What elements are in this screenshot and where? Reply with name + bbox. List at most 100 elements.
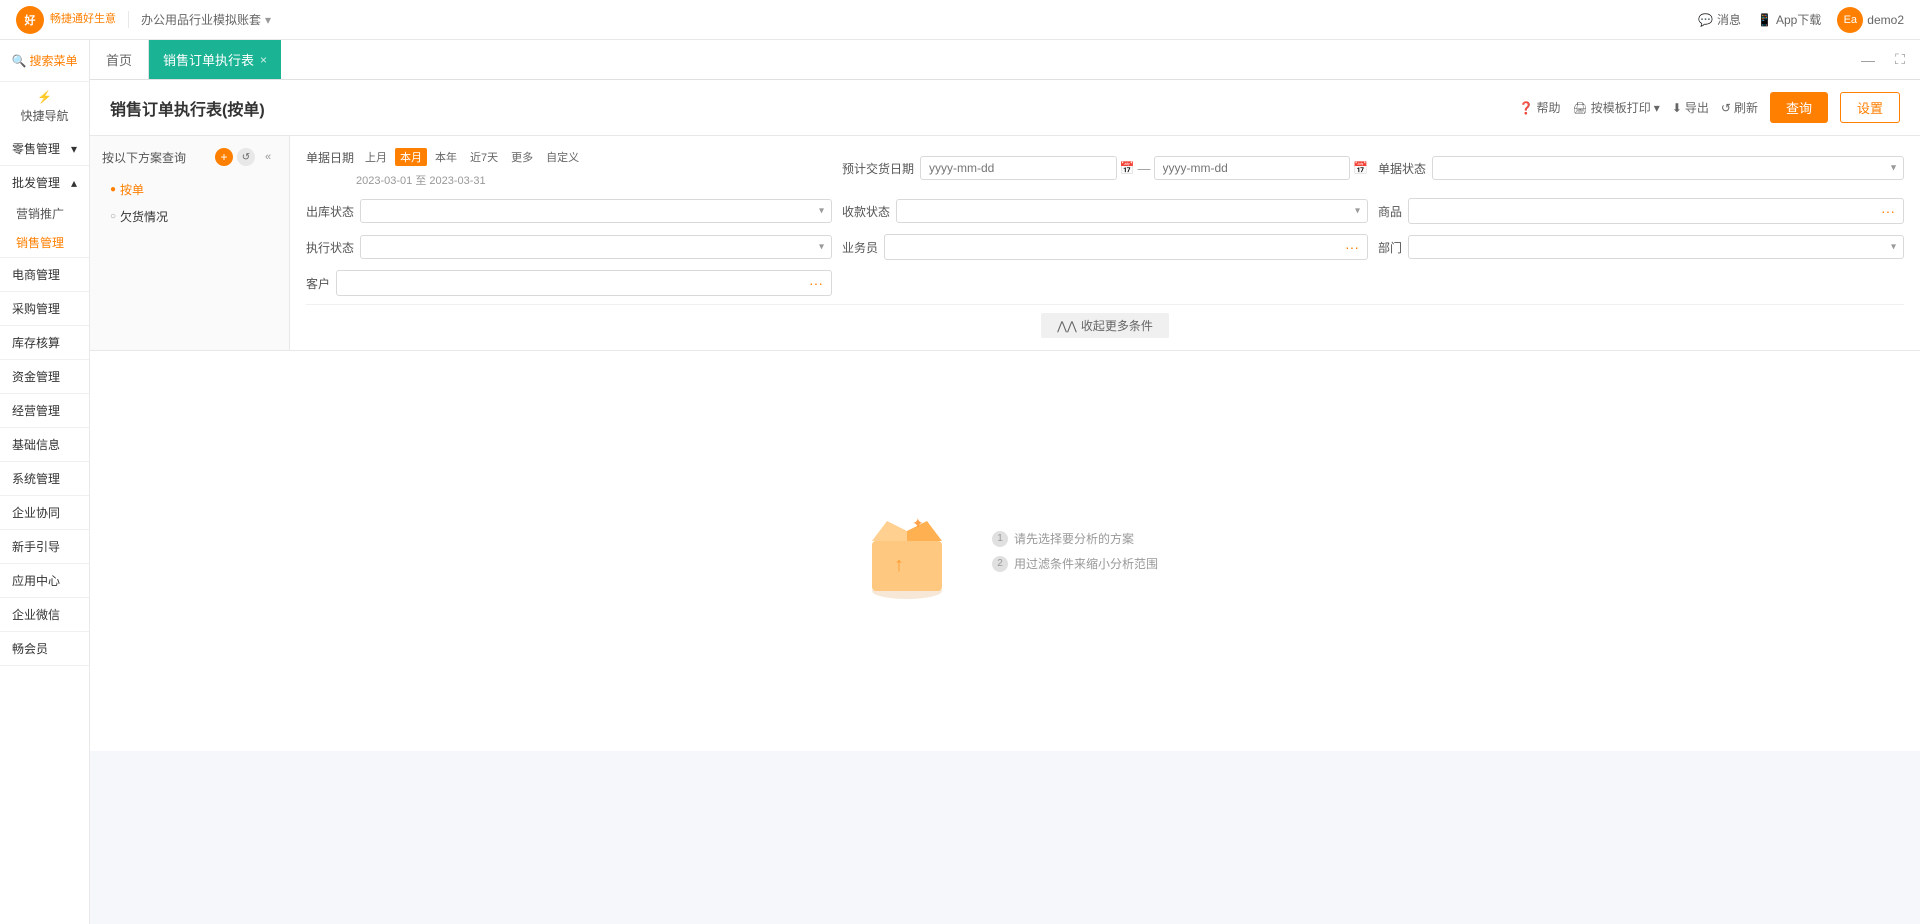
collapse-scheme-btn[interactable]: «: [259, 148, 277, 166]
nav-group-wechat-header[interactable]: 企业微信: [0, 598, 89, 631]
tab-minimize-btn[interactable]: —: [1856, 48, 1880, 72]
nav-group-appstore-header[interactable]: 应用中心: [0, 564, 89, 597]
print-btn[interactable]: 🖨 按模板打印 ▾: [1573, 99, 1660, 116]
tab-maximize-btn[interactable]: ⛶: [1888, 48, 1912, 72]
export-btn[interactable]: ⬇ 导出: [1672, 99, 1709, 116]
nav-group-system: 系统管理: [0, 462, 89, 496]
scheme-panel: 按以下方案查询 + ↺ « ● 按单 ○ 欠货情况: [90, 136, 290, 350]
app-title-area[interactable]: 办公用品行业模拟账套 ▾: [128, 11, 271, 28]
print-label: 按模板打印: [1591, 99, 1651, 116]
date-end-calendar-icon[interactable]: 📅: [1353, 161, 1368, 175]
forecast-date-end[interactable]: [1154, 156, 1351, 180]
tab-bar-actions: — ⛶: [1856, 48, 1920, 72]
status-field: 单据状态 ▾: [1378, 156, 1904, 180]
empty-tip-1: 1 请先选择要分析的方案: [992, 530, 1158, 547]
nav-group-operations-header[interactable]: 经营管理: [0, 394, 89, 427]
page-content: 销售订单执行表(按单) ❓ 帮助 🖨 按模板打印 ▾ ⬇ 导出: [90, 80, 1920, 924]
tab-close-btn[interactable]: ×: [260, 53, 267, 67]
search-menu-btn[interactable]: 🔍 搜索菜单: [6, 48, 83, 73]
nav-group-purchase-label: 采购管理: [12, 300, 60, 317]
goods-more-icon[interactable]: ···: [1881, 203, 1895, 219]
print-icon: 🖨: [1573, 101, 1588, 115]
user-profile[interactable]: Ea demo2: [1837, 7, 1904, 33]
nav-group-retail-header[interactable]: 零售管理 ▾: [0, 132, 89, 165]
status-select[interactable]: [1432, 156, 1904, 180]
nav-group-purchase: 采购管理: [0, 292, 89, 326]
customer-field: 客户 ···: [306, 270, 832, 296]
department-select[interactable]: [1408, 235, 1904, 259]
shipment-status-select[interactable]: [360, 199, 832, 223]
nav-group-inventory-label: 库存核算: [12, 334, 60, 351]
nav-group-appstore: 应用中心: [0, 564, 89, 598]
nav-group-collab-header[interactable]: 企业协同: [0, 496, 89, 529]
salesperson-input-area[interactable]: ···: [884, 234, 1368, 260]
period-tab-this-year[interactable]: 本年: [430, 148, 462, 166]
period-tab-7days[interactable]: 近7天: [465, 148, 503, 166]
nav-group-inventory: 库存核算: [0, 326, 89, 360]
message-btn[interactable]: 💬 消息: [1698, 11, 1741, 28]
empty-state-content: ✦ ↑ 1 请先选择要分析的方案 2: [852, 496, 1158, 606]
dropdown-icon[interactable]: ▾: [265, 13, 271, 27]
period-tab-custom[interactable]: 自定义: [541, 148, 584, 166]
date-field-label: 单据日期: [306, 149, 354, 166]
sidebar-item-marketing[interactable]: 营销推广: [0, 199, 89, 228]
collapse-icon: ⋀⋀: [1057, 319, 1077, 333]
content-area: 首页 销售订单执行表 × — ⛶ 销售订单执行表(按单) ❓ 帮助: [90, 40, 1920, 924]
customer-more-icon[interactable]: ···: [809, 275, 823, 291]
message-icon: 💬: [1698, 13, 1713, 27]
nav-group-wholesale-label: 批发管理: [12, 174, 60, 191]
nav-group-retail: 零售管理 ▾: [0, 132, 89, 166]
nav-group-inventory-header[interactable]: 库存核算: [0, 326, 89, 359]
nav-group-system-label: 系统管理: [12, 470, 60, 487]
nav-group-newbie-header[interactable]: 新手引导: [0, 530, 89, 563]
execution-status-select-wrapper: ▾: [360, 235, 832, 259]
shipment-status-label: 出库状态: [306, 203, 354, 220]
scheme-item-shortage[interactable]: ○ 欠货情况: [102, 203, 277, 230]
tab-home[interactable]: 首页: [90, 40, 149, 79]
nav-group-base-info-header[interactable]: 基础信息: [0, 428, 89, 461]
nav-group-appstore-label: 应用中心: [12, 572, 60, 589]
help-btn[interactable]: ❓ 帮助: [1519, 99, 1561, 116]
nav-group-operations-label: 经营管理: [12, 402, 60, 419]
scheme-item-by-order[interactable]: ● 按单: [102, 176, 277, 203]
collapse-filter-row: ⋀⋀ 收起更多条件: [306, 304, 1904, 338]
tab-active[interactable]: 销售订单执行表 ×: [149, 40, 281, 79]
customer-label: 客户: [306, 275, 330, 292]
add-scheme-btn[interactable]: +: [215, 148, 233, 166]
nav-group-wholesale-header[interactable]: 批发管理 ▴: [0, 166, 89, 199]
sidebar-item-sales[interactable]: 销售管理: [0, 228, 89, 257]
nav-group-purchase-header[interactable]: 采购管理: [0, 292, 89, 325]
nav-group-ecommerce-header[interactable]: 电商管理: [0, 258, 89, 291]
app-industry-title: 办公用品行业模拟账套: [141, 11, 261, 28]
payment-status-select[interactable]: [896, 199, 1368, 223]
goods-input-area[interactable]: ···: [1408, 198, 1904, 224]
user-avatar: Ea: [1837, 7, 1863, 33]
period-tab-more[interactable]: 更多: [506, 148, 538, 166]
sidebar-item-quick-nav[interactable]: ⚡ 快捷导航: [0, 82, 89, 132]
refresh-scheme-btn[interactable]: ↺: [237, 148, 255, 166]
tip-2-num: 2: [992, 556, 1008, 572]
tab-home-label: 首页: [106, 50, 132, 69]
query-btn[interactable]: 查询: [1770, 92, 1828, 123]
tip-1-text: 请先选择要分析的方案: [1014, 530, 1134, 547]
logo-icon: 好: [16, 6, 44, 34]
collapse-filter-btn[interactable]: ⋀⋀ 收起更多条件: [1041, 313, 1169, 338]
settings-btn[interactable]: 设置: [1840, 92, 1900, 123]
customer-input-area[interactable]: ···: [336, 270, 832, 296]
tip-1-num: 1: [992, 531, 1008, 547]
period-tab-this-month[interactable]: 本月: [395, 148, 427, 166]
nav-group-ecommerce-label: 电商管理: [12, 266, 60, 283]
nav-group-retail-label: 零售管理: [12, 140, 60, 157]
execution-status-select[interactable]: [360, 235, 832, 259]
nav-group-vip-header[interactable]: 畅会员: [0, 632, 89, 665]
date-start-calendar-icon[interactable]: 📅: [1120, 161, 1135, 175]
app-download-btn[interactable]: 📱 App下载: [1757, 11, 1821, 28]
forecast-date-start[interactable]: [920, 156, 1117, 180]
salesperson-more-icon[interactable]: ···: [1345, 239, 1359, 255]
refresh-btn[interactable]: ↺ 刷新: [1721, 99, 1758, 116]
scheme-active-icon: ●: [110, 184, 116, 195]
nav-group-finance-header[interactable]: 资金管理: [0, 360, 89, 393]
nav-group-system-header[interactable]: 系统管理: [0, 462, 89, 495]
empty-tips: 1 请先选择要分析的方案 2 用过滤条件来缩小分析范围: [992, 530, 1158, 572]
period-tab-last-month[interactable]: 上月: [360, 148, 392, 166]
